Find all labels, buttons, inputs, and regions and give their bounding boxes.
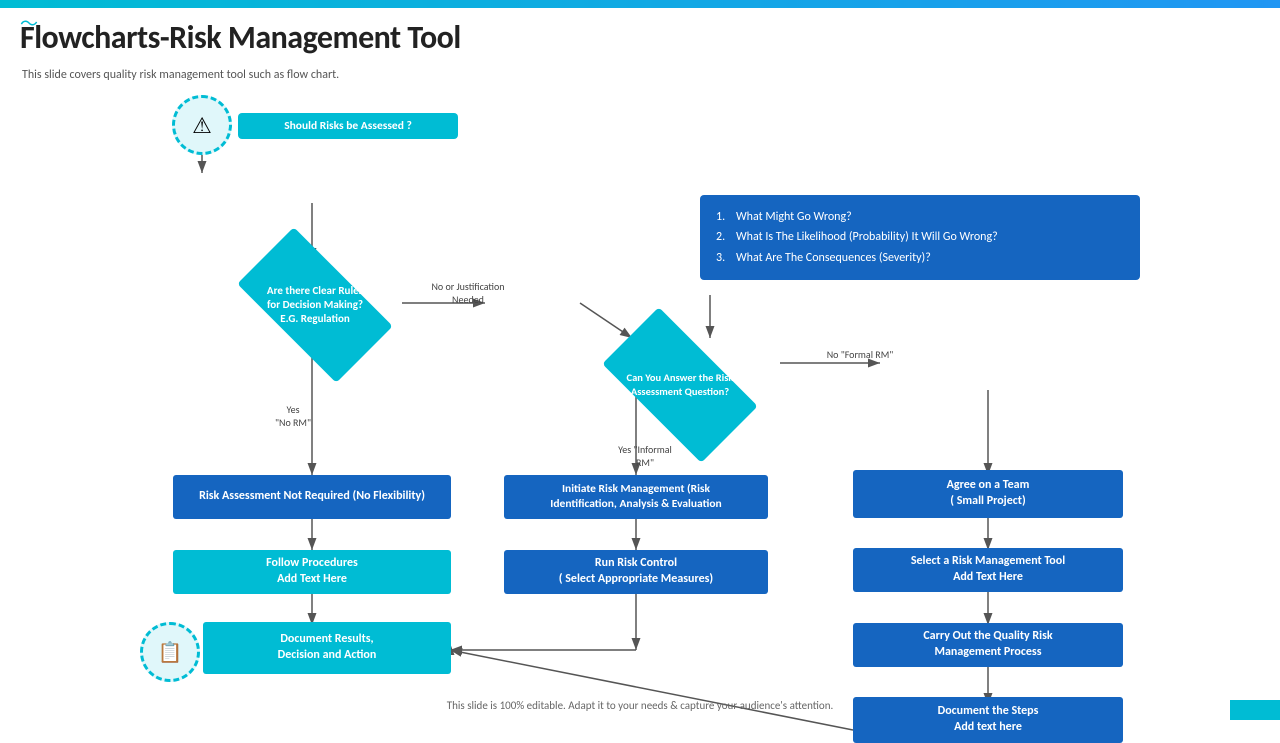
diamond2-text: Can You Answer the RiskAssessment Questi… (622, 366, 739, 403)
no-justification-label: No or JustificationNeeded (408, 280, 528, 306)
risk-assessment-box: Risk Assessment Not Required (No Flexibi… (173, 475, 451, 519)
yes-informal-rm-label: Yes "InformalRM" (600, 443, 690, 469)
agree-on-team-box: Agree on a Team( Small Project) (853, 470, 1123, 518)
carry-out-box: Carry Out the Quality RiskManagement Pro… (853, 623, 1123, 667)
info-box: 1. What Might Go Wrong? 2. What Is The L… (700, 195, 1140, 280)
document-results-box: Document Results,Decision and Action (203, 622, 451, 674)
document-results-icon: 📋 (140, 622, 200, 682)
corner-decoration (1230, 700, 1280, 720)
initiate-rm-box: Initiate Risk Management (RiskIdentifica… (504, 475, 768, 519)
flowchart-area: ⚠ Should Risks be Assessed ? Are there C… (10, 95, 1270, 690)
should-risks-label: Should Risks be Assessed ? (238, 113, 458, 139)
info-item-2: 2. What Is The Likelihood (Probability) … (716, 227, 1124, 247)
no-formal-rm-label: No "Formal RM" (800, 348, 920, 361)
start-circle: ⚠ (172, 95, 232, 155)
run-risk-control-box: Run Risk Control( Select Appropriate Mea… (504, 550, 768, 594)
diamond2-container: Can You Answer the RiskAssessment Questi… (565, 335, 795, 435)
diamond1-text: Are there Clear Rulesfor Decision Making… (262, 279, 368, 332)
top-bar (0, 0, 1280, 8)
info-item-3: 3. What Are The Consequences (Severity)? (716, 248, 1124, 268)
doc-icon: 📋 (158, 640, 183, 665)
follow-procedures-box: Follow ProceduresAdd Text Here (173, 550, 451, 594)
info-item-1: 1. What Might Go Wrong? (716, 207, 1124, 227)
page-subtitle: This slide covers quality risk managemen… (22, 68, 339, 82)
page-title: Flowcharts-Risk Management Tool (20, 18, 461, 57)
footer-text: This slide is 100% editable. Adapt it to… (0, 699, 1280, 712)
yes-no-rm-label: Yes"No RM" (258, 403, 328, 429)
warning-icon: ⚠ (192, 112, 212, 139)
select-tool-box: Select a Risk Management ToolAdd Text He… (853, 548, 1123, 592)
